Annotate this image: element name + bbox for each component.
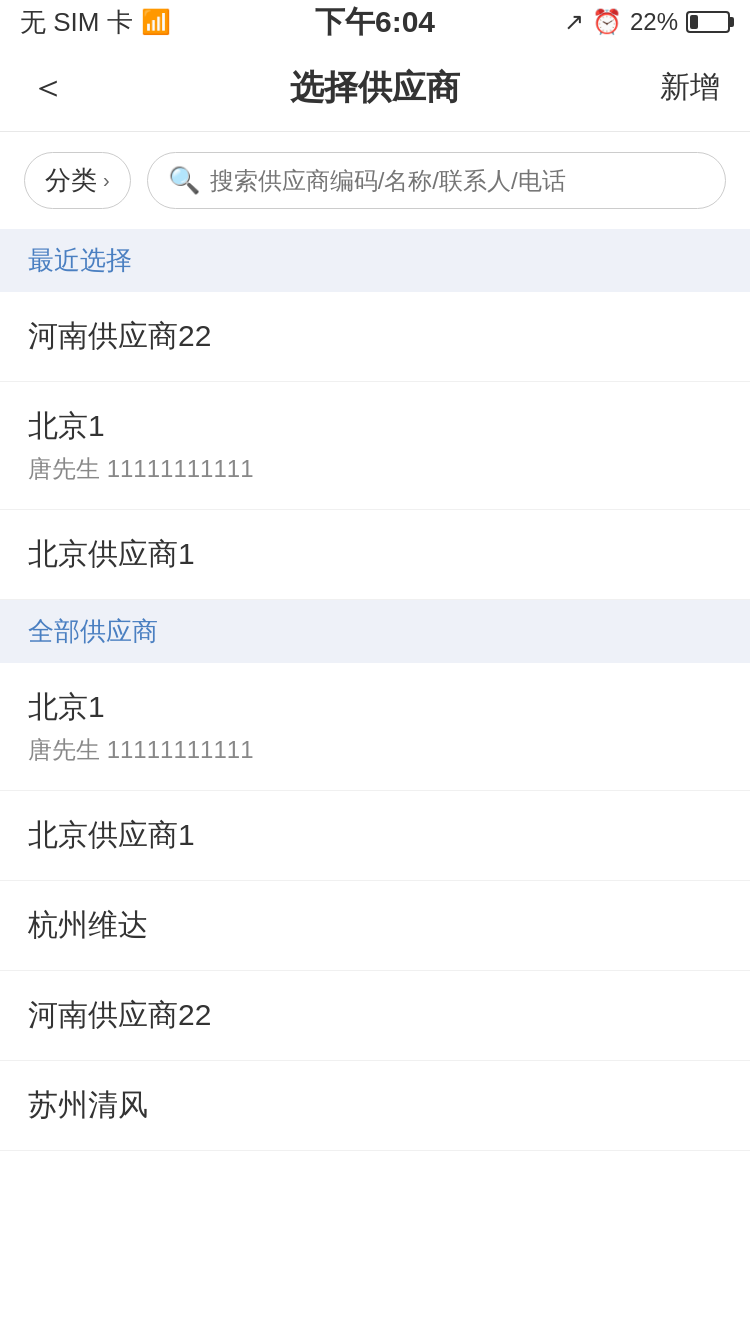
add-button[interactable]: 新增 — [640, 67, 720, 108]
all-section-header: 全部供应商 — [0, 600, 750, 663]
item-name: 北京供应商1 — [28, 815, 722, 856]
status-left: 无 SIM 卡 📶 — [20, 5, 171, 40]
list-item[interactable]: 北京供应商1 — [0, 510, 750, 600]
item-name: 北京1 — [28, 406, 722, 447]
recent-list: 河南供应商22 北京1 唐先生 11111111111 北京供应商1 — [0, 292, 750, 600]
nav-bar: ＜ 选择供应商 新增 — [0, 44, 750, 132]
chevron-right-icon: › — [103, 169, 110, 192]
search-icon: 🔍 — [168, 165, 200, 196]
list-item[interactable]: 北京1 唐先生 11111111111 — [0, 663, 750, 791]
item-name: 北京1 — [28, 687, 722, 728]
item-name: 杭州维达 — [28, 905, 722, 946]
category-label: 分类 — [45, 163, 97, 198]
item-name: 北京供应商1 — [28, 534, 722, 575]
filter-bar: 分类 › 🔍 — [0, 132, 750, 229]
search-input[interactable] — [210, 167, 705, 195]
status-time: 下午6:04 — [315, 2, 435, 43]
category-button[interactable]: 分类 › — [24, 152, 131, 209]
item-name: 河南供应商22 — [28, 316, 722, 357]
battery-fill — [690, 15, 698, 29]
wifi-icon: 📶 — [141, 8, 171, 36]
item-name: 河南供应商22 — [28, 995, 722, 1036]
item-sub: 唐先生 11111111111 — [28, 734, 722, 766]
carrier-text: 无 SIM 卡 — [20, 5, 133, 40]
list-item[interactable]: 杭州维达 — [0, 881, 750, 971]
all-list: 北京1 唐先生 11111111111 北京供应商1 杭州维达河南供应商22 苏州清风 — [0, 663, 750, 1151]
alarm-icon: ⏰ — [592, 8, 622, 36]
recent-section-label: 最近选择 — [28, 245, 132, 275]
status-bar: 无 SIM 卡 📶 下午6:04 ↗ ⏰ 22% — [0, 0, 750, 44]
page-title: 选择供应商 — [110, 65, 640, 111]
recent-section-header: 最近选择 — [0, 229, 750, 292]
battery-percent: 22% — [630, 8, 678, 36]
location-icon: ↗ — [564, 8, 584, 36]
list-item[interactable]: 河南供应商22 — [0, 292, 750, 382]
list-item[interactable]: 北京供应商1 — [0, 791, 750, 881]
search-box: 🔍 — [147, 152, 726, 209]
all-section-label: 全部供应商 — [28, 616, 158, 646]
back-button[interactable]: ＜ — [30, 63, 110, 112]
list-item[interactable]: 北京1 唐先生 11111111111 — [0, 382, 750, 510]
list-item[interactable]: 苏州清风 — [0, 1061, 750, 1151]
item-name: 苏州清风 — [28, 1085, 722, 1126]
item-sub: 唐先生 11111111111 — [28, 453, 722, 485]
battery-bar — [686, 11, 730, 33]
list-item[interactable]: 河南供应商22 — [0, 971, 750, 1061]
status-right: ↗ ⏰ 22% — [564, 8, 730, 36]
